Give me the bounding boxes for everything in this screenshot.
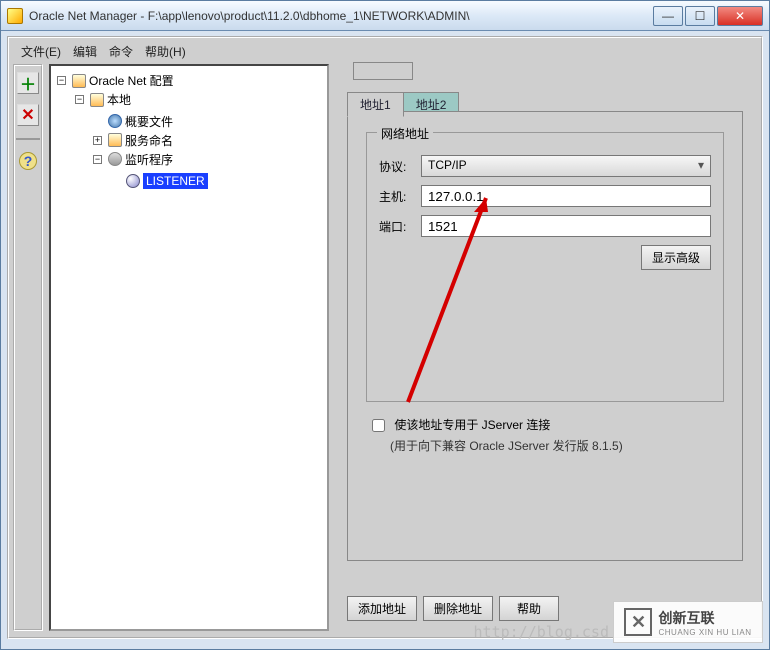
minimize-button[interactable]: — bbox=[653, 6, 683, 26]
plus-icon: ＋ bbox=[20, 71, 36, 95]
question-icon: ? bbox=[24, 153, 33, 169]
url-watermark: http://blog.csd bbox=[474, 623, 609, 641]
tab-address1[interactable]: 地址1 bbox=[347, 92, 404, 117]
jserver-row: 使该地址专用于 JServer 连接 (用于向下兼容 Oracle JServe… bbox=[366, 416, 724, 454]
config-icon bbox=[72, 74, 86, 88]
menu-edit[interactable]: 编辑 bbox=[73, 43, 97, 60]
collapse-icon[interactable]: − bbox=[57, 76, 66, 85]
jserver-checkbox[interactable] bbox=[372, 419, 385, 432]
collapse-icon[interactable]: − bbox=[93, 155, 102, 164]
tree-node-root[interactable]: − Oracle Net 配置 bbox=[57, 72, 174, 89]
menu-help[interactable]: 帮助(H) bbox=[145, 43, 186, 60]
tree-node-listener1[interactable]: LISTENER bbox=[111, 173, 208, 189]
jserver-note: (用于向下兼容 Oracle JServer 发行版 8.1.5) bbox=[390, 437, 724, 454]
toolbar-separator bbox=[16, 138, 40, 140]
tree-label-profile: 概要文件 bbox=[125, 113, 173, 130]
gear-icon bbox=[108, 152, 122, 166]
expand-icon[interactable]: + bbox=[93, 136, 102, 145]
listener-type-selector[interactable] bbox=[353, 62, 413, 80]
jserver-label: 使该地址专用于 JServer 连接 bbox=[394, 418, 550, 432]
delete-address-button[interactable]: 删除地址 bbox=[423, 596, 493, 621]
bottom-button-bar: 添加地址 删除地址 帮助 bbox=[347, 596, 559, 621]
fieldset-legend: 网络地址 bbox=[377, 125, 433, 142]
detail-pane: 地址1 地址2 网络地址 协议: TCP/IP 主机: bbox=[335, 64, 757, 631]
port-input[interactable] bbox=[421, 215, 711, 237]
help-button[interactable]: ? bbox=[19, 152, 37, 170]
tree-label-service: 服务命名 bbox=[125, 132, 173, 149]
brand-text: 创新互联 bbox=[658, 610, 714, 626]
tree-node-profile[interactable]: 概要文件 bbox=[93, 113, 173, 130]
protocol-select[interactable]: TCP/IP bbox=[421, 155, 711, 177]
address-panel: 网络地址 协议: TCP/IP 主机: 端口: bbox=[347, 111, 743, 561]
app-window: Oracle Net Manager - F:\app\lenovo\produ… bbox=[0, 0, 770, 650]
folder-icon bbox=[108, 133, 122, 147]
tree-label-listener1: LISTENER bbox=[143, 173, 208, 189]
host-input[interactable] bbox=[421, 185, 711, 207]
menu-file[interactable]: 文件(E) bbox=[21, 43, 61, 60]
side-toolbar: ＋ ✕ ? bbox=[13, 64, 43, 631]
menu-bar: 文件(E) 编辑 命令 帮助(H) bbox=[11, 40, 759, 62]
navigation-tree[interactable]: − Oracle Net 配置 − 本地 bbox=[49, 64, 329, 631]
add-address-button[interactable]: 添加地址 bbox=[347, 596, 417, 621]
tree-label-local: 本地 bbox=[107, 91, 131, 108]
client-area: 文件(E) 编辑 命令 帮助(H) ＋ ✕ ? − bbox=[7, 36, 763, 639]
network-address-fieldset: 网络地址 协议: TCP/IP 主机: 端口: bbox=[366, 132, 724, 402]
close-button[interactable]: ✕ bbox=[717, 6, 763, 26]
brand-subtext: CHUANG XIN HU LIAN bbox=[658, 628, 751, 637]
tree-label-root: Oracle Net 配置 bbox=[89, 72, 174, 89]
app-icon bbox=[7, 8, 23, 24]
cross-icon: ✕ bbox=[21, 105, 34, 125]
globe-icon bbox=[108, 114, 122, 128]
maximize-button[interactable]: ☐ bbox=[685, 6, 715, 26]
menu-command[interactable]: 命令 bbox=[109, 43, 133, 60]
host-label: 主机: bbox=[379, 188, 421, 205]
brand-watermark: ✕ 创新互联 CHUANG XIN HU LIAN bbox=[613, 601, 763, 643]
brand-icon: ✕ bbox=[624, 608, 652, 636]
protocol-label: 协议: bbox=[379, 158, 421, 175]
show-advanced-button[interactable]: 显示高级 bbox=[641, 245, 711, 270]
window-title: Oracle Net Manager - F:\app\lenovo\produ… bbox=[29, 9, 653, 23]
tree-label-listeners: 监听程序 bbox=[125, 151, 173, 168]
tree-node-service[interactable]: + 服务命名 bbox=[93, 132, 173, 149]
folder-icon bbox=[90, 93, 104, 107]
tree-node-local[interactable]: − 本地 bbox=[75, 91, 131, 108]
port-label: 端口: bbox=[379, 218, 421, 235]
delete-button[interactable]: ✕ bbox=[17, 104, 39, 126]
magnifier-icon bbox=[126, 174, 140, 188]
tree-node-listeners[interactable]: − 监听程序 bbox=[93, 151, 173, 168]
help-button-bottom[interactable]: 帮助 bbox=[499, 596, 559, 621]
collapse-icon[interactable]: − bbox=[75, 95, 84, 104]
add-button[interactable]: ＋ bbox=[17, 72, 39, 94]
title-bar: Oracle Net Manager - F:\app\lenovo\produ… bbox=[1, 1, 769, 31]
